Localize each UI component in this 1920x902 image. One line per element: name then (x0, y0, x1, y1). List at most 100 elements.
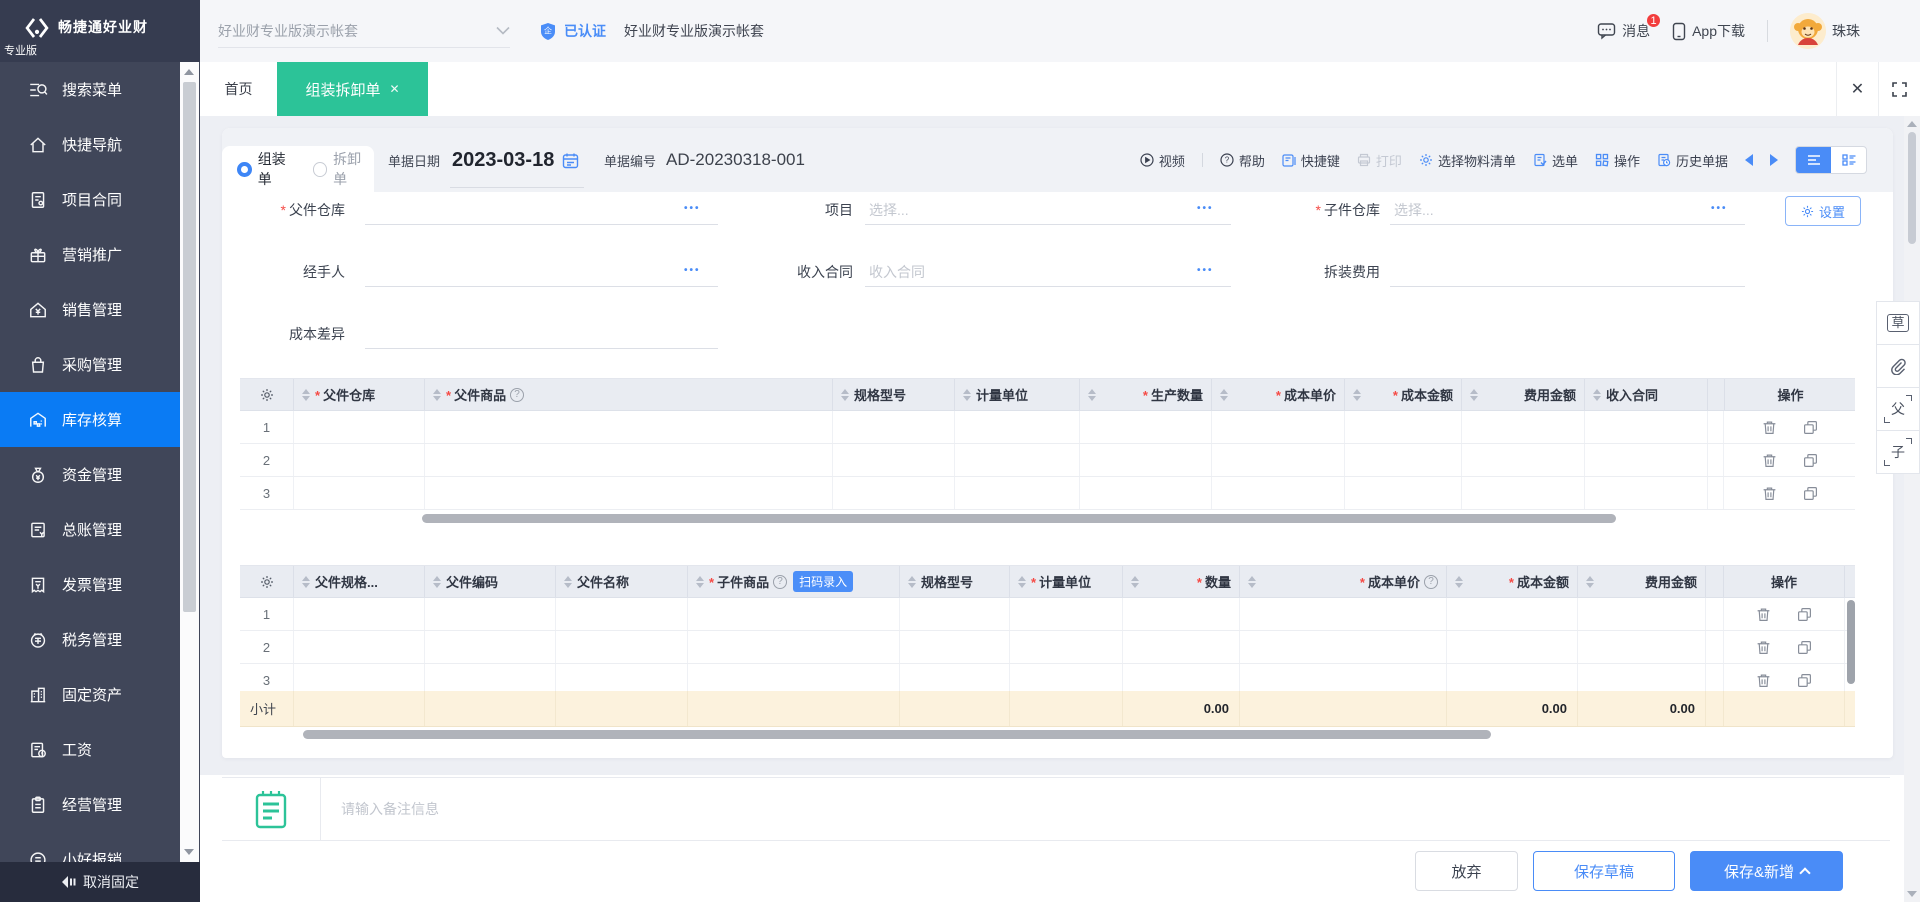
copy-row-icon[interactable] (1803, 453, 1818, 468)
delete-row-icon[interactable] (1756, 640, 1771, 655)
next-arrow-icon[interactable] (1770, 154, 1778, 166)
sidebar-item-marketing[interactable]: 营销推广 (0, 227, 180, 282)
content-scroll-thumb[interactable] (1908, 132, 1916, 244)
cell-parent-warehouse[interactable] (294, 411, 425, 443)
delete-row-icon[interactable] (1762, 486, 1777, 501)
sort-arrows-icon[interactable] (1455, 575, 1463, 588)
delete-row-icon[interactable] (1762, 420, 1777, 435)
sidebar-item-quick-nav[interactable]: 快捷导航 (0, 117, 180, 172)
workspace-selector[interactable]: 好业财专业版演示帐套 (218, 14, 510, 48)
child-warehouse-more-icon[interactable] (1711, 203, 1728, 214)
sidebar-item-search-menu[interactable]: 搜索菜单 (0, 62, 180, 117)
select-order-button[interactable]: 选单 (1533, 151, 1578, 170)
header-fee-amount[interactable]: 费用金额 (1578, 566, 1706, 597)
copy-row-icon[interactable] (1797, 607, 1812, 622)
header-qty[interactable]: 数量 (1123, 566, 1240, 597)
select-bom-button[interactable]: 选择物料清单 (1419, 151, 1516, 170)
tab-home[interactable]: 首页 (200, 62, 277, 116)
tab-close-icon[interactable] (389, 82, 399, 96)
sidebar-item-operations[interactable]: 经营管理 (0, 777, 180, 832)
discard-button[interactable]: 放弃 (1415, 851, 1518, 891)
copy-row-icon[interactable] (1797, 640, 1812, 655)
handler-input[interactable] (365, 257, 718, 287)
history-orders-button[interactable]: 历史单据 (1657, 151, 1728, 170)
video-button[interactable]: 视频 (1140, 151, 1185, 170)
sort-arrows-icon[interactable] (302, 575, 310, 588)
sort-arrows-icon[interactable] (1018, 575, 1026, 588)
messages-button[interactable]: 消息 1 (1597, 12, 1663, 41)
header-fee-amount[interactable]: 费用金额 (1462, 379, 1585, 410)
sort-arrows-icon[interactable] (963, 388, 971, 401)
parent-table-row[interactable]: 3 (240, 477, 1855, 510)
note-input[interactable] (321, 778, 1890, 840)
sidebar-item-expense[interactable]: 小好报销 (0, 832, 180, 862)
delete-row-icon[interactable] (1762, 453, 1777, 468)
sort-arrows-icon[interactable] (1088, 388, 1096, 401)
content-scrollbar[interactable] (1904, 116, 1920, 902)
attachment-button[interactable] (1876, 344, 1920, 388)
sort-arrows-icon[interactable] (302, 388, 310, 401)
copy-row-icon[interactable] (1797, 673, 1812, 688)
parent-table-row[interactable]: 1 (240, 411, 1855, 444)
sidebar-scroll-thumb[interactable] (183, 82, 196, 612)
header-parent-warehouse[interactable]: 父件仓库 (294, 379, 425, 410)
header-cost-amount[interactable]: 成本金额 (1447, 566, 1578, 597)
delete-row-icon[interactable] (1756, 673, 1771, 688)
doc-date-value[interactable]: 2023-03-18 (452, 149, 554, 172)
handler-more-icon[interactable] (684, 265, 701, 276)
card-view-button[interactable] (1831, 147, 1866, 173)
parent-warehouse-input[interactable] (365, 195, 718, 225)
save-and-new-button[interactable]: 保存&新增 (1690, 851, 1843, 891)
tab-assembly-order[interactable]: 组装拆卸单 (277, 62, 428, 116)
sort-arrows-icon[interactable] (1220, 388, 1228, 401)
close-page-button[interactable] (1836, 62, 1878, 116)
scroll-up-icon[interactable] (184, 69, 194, 75)
header-child-item[interactable]: 子件商品扫码录入 (688, 566, 900, 597)
header-cost-price[interactable]: 成本单价 (1240, 566, 1447, 597)
delete-row-icon[interactable] (1756, 607, 1771, 622)
child-table-hscrollbar[interactable] (303, 730, 1491, 739)
shortcut-keys-button[interactable]: 快捷键 (1282, 151, 1340, 170)
sort-arrows-icon[interactable] (1353, 388, 1361, 401)
sort-arrows-icon[interactable] (433, 388, 441, 401)
sidebar-item-general-ledger[interactable]: 总账管理 (0, 502, 180, 557)
scroll-down-icon[interactable] (184, 849, 194, 855)
child-warehouse-input[interactable] (1390, 195, 1745, 225)
parent-table-hscrollbar[interactable] (422, 514, 1616, 523)
help-circle-icon[interactable] (773, 574, 788, 589)
sort-arrows-icon[interactable] (841, 388, 849, 401)
column-settings-button[interactable] (240, 566, 294, 597)
sidebar-item-funds[interactable]: 资金管理 (0, 447, 180, 502)
collapse-sidebar-button[interactable]: 取消固定 (0, 862, 200, 902)
header-parent-item[interactable]: 父件商品 (425, 379, 833, 410)
parent-warehouse-more-icon[interactable] (684, 203, 701, 214)
sort-arrows-icon[interactable] (564, 575, 572, 588)
header-unit[interactable]: 计量单位 (1010, 566, 1123, 597)
income-contract-more-icon[interactable] (1197, 265, 1214, 276)
parent-table-row[interactable]: 2 (240, 444, 1855, 477)
copy-row-icon[interactable] (1803, 486, 1818, 501)
header-production-qty[interactable]: 生产数量 (1080, 379, 1212, 410)
sidebar-item-sales[interactable]: 销售管理 (0, 282, 180, 337)
draft-note-button[interactable]: 草 (1876, 301, 1920, 345)
column-settings-button[interactable] (240, 379, 294, 410)
sidebar-item-purchasing[interactable]: 采购管理 (0, 337, 180, 392)
sidebar-item-fixed-assets[interactable]: 固定资产 (0, 667, 180, 722)
user-profile[interactable]: 珠珠 (1790, 13, 1860, 49)
help-circle-icon[interactable] (510, 387, 525, 402)
header-cost-price[interactable]: 成本单价 (1212, 379, 1345, 410)
header-unit[interactable]: 计量单位 (955, 379, 1080, 410)
prev-arrow-icon[interactable] (1745, 154, 1753, 166)
sort-arrows-icon[interactable] (1248, 575, 1256, 588)
sort-arrows-icon[interactable] (433, 575, 441, 588)
sidebar-scrollbar[interactable] (180, 62, 199, 862)
scroll-down-icon[interactable] (1907, 891, 1917, 897)
sort-arrows-icon[interactable] (908, 575, 916, 588)
sidebar-item-payroll[interactable]: 工资 (0, 722, 180, 777)
header-cost-amount[interactable]: 成本金额 (1345, 379, 1462, 410)
list-view-button[interactable] (1796, 147, 1831, 173)
sidebar-item-project-contract[interactable]: 项目合同 (0, 172, 180, 227)
header-spec[interactable]: 规格型号 (900, 566, 1010, 597)
scroll-up-icon[interactable] (1907, 121, 1917, 127)
header-parent-name[interactable]: 父件名称 (556, 566, 688, 597)
